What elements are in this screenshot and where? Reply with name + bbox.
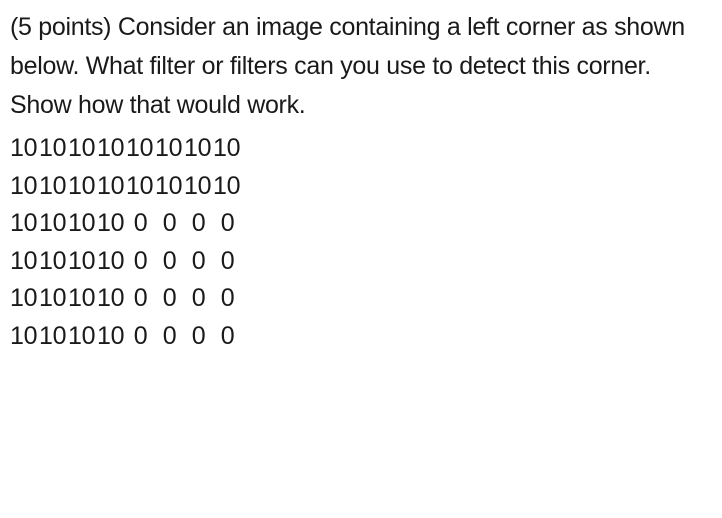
matrix-row: 1010101010101010 bbox=[10, 168, 712, 206]
cell: 0 bbox=[155, 318, 184, 356]
cell: 10 bbox=[10, 318, 39, 356]
cell: 0 bbox=[184, 205, 213, 243]
cell: 10 bbox=[39, 280, 68, 318]
question-prompt: (5 points) Consider an image containing … bbox=[10, 8, 712, 124]
cell: 10 bbox=[184, 168, 213, 206]
cell: 10 bbox=[39, 205, 68, 243]
cell: 10 bbox=[39, 168, 68, 206]
cell: 0 bbox=[213, 280, 242, 318]
cell: 0 bbox=[126, 205, 155, 243]
cell: 10 bbox=[213, 130, 242, 168]
cell: 10 bbox=[68, 243, 97, 281]
cell: 0 bbox=[213, 205, 242, 243]
cell: 0 bbox=[184, 243, 213, 281]
cell: 10 bbox=[213, 168, 242, 206]
cell: 10 bbox=[155, 168, 184, 206]
cell: 10 bbox=[97, 280, 126, 318]
cell: 10 bbox=[10, 168, 39, 206]
cell: 10 bbox=[68, 205, 97, 243]
matrix-row: 1010101010101010 bbox=[10, 130, 712, 168]
cell: 10 bbox=[68, 130, 97, 168]
cell: 0 bbox=[213, 318, 242, 356]
cell: 10 bbox=[68, 168, 97, 206]
cell: 10 bbox=[126, 168, 155, 206]
matrix-row: 101010100000 bbox=[10, 243, 712, 281]
cell: 10 bbox=[10, 280, 39, 318]
cell: 10 bbox=[97, 205, 126, 243]
cell: 10 bbox=[10, 130, 39, 168]
image-matrix: 1010101010101010 1010101010101010 101010… bbox=[10, 130, 712, 355]
points-label: (5 points) bbox=[10, 13, 111, 41]
cell: 0 bbox=[155, 243, 184, 281]
cell: 10 bbox=[68, 280, 97, 318]
cell: 10 bbox=[126, 130, 155, 168]
cell: 10 bbox=[97, 130, 126, 168]
matrix-row: 101010100000 bbox=[10, 318, 712, 356]
cell: 10 bbox=[68, 318, 97, 356]
matrix-row: 101010100000 bbox=[10, 205, 712, 243]
cell: 10 bbox=[97, 168, 126, 206]
cell: 10 bbox=[155, 130, 184, 168]
cell: 0 bbox=[184, 318, 213, 356]
question-body: Consider an image containing a left corn… bbox=[10, 13, 685, 119]
cell: 0 bbox=[155, 280, 184, 318]
cell: 10 bbox=[10, 205, 39, 243]
cell: 0 bbox=[184, 280, 213, 318]
cell: 10 bbox=[39, 130, 68, 168]
cell: 10 bbox=[97, 318, 126, 356]
cell: 10 bbox=[184, 130, 213, 168]
cell: 0 bbox=[126, 318, 155, 356]
cell: 0 bbox=[126, 280, 155, 318]
cell: 0 bbox=[126, 243, 155, 281]
cell: 0 bbox=[155, 205, 184, 243]
cell: 10 bbox=[97, 243, 126, 281]
matrix-row: 101010100000 bbox=[10, 280, 712, 318]
cell: 10 bbox=[39, 243, 68, 281]
cell: 10 bbox=[10, 243, 39, 281]
cell: 0 bbox=[213, 243, 242, 281]
cell: 10 bbox=[39, 318, 68, 356]
